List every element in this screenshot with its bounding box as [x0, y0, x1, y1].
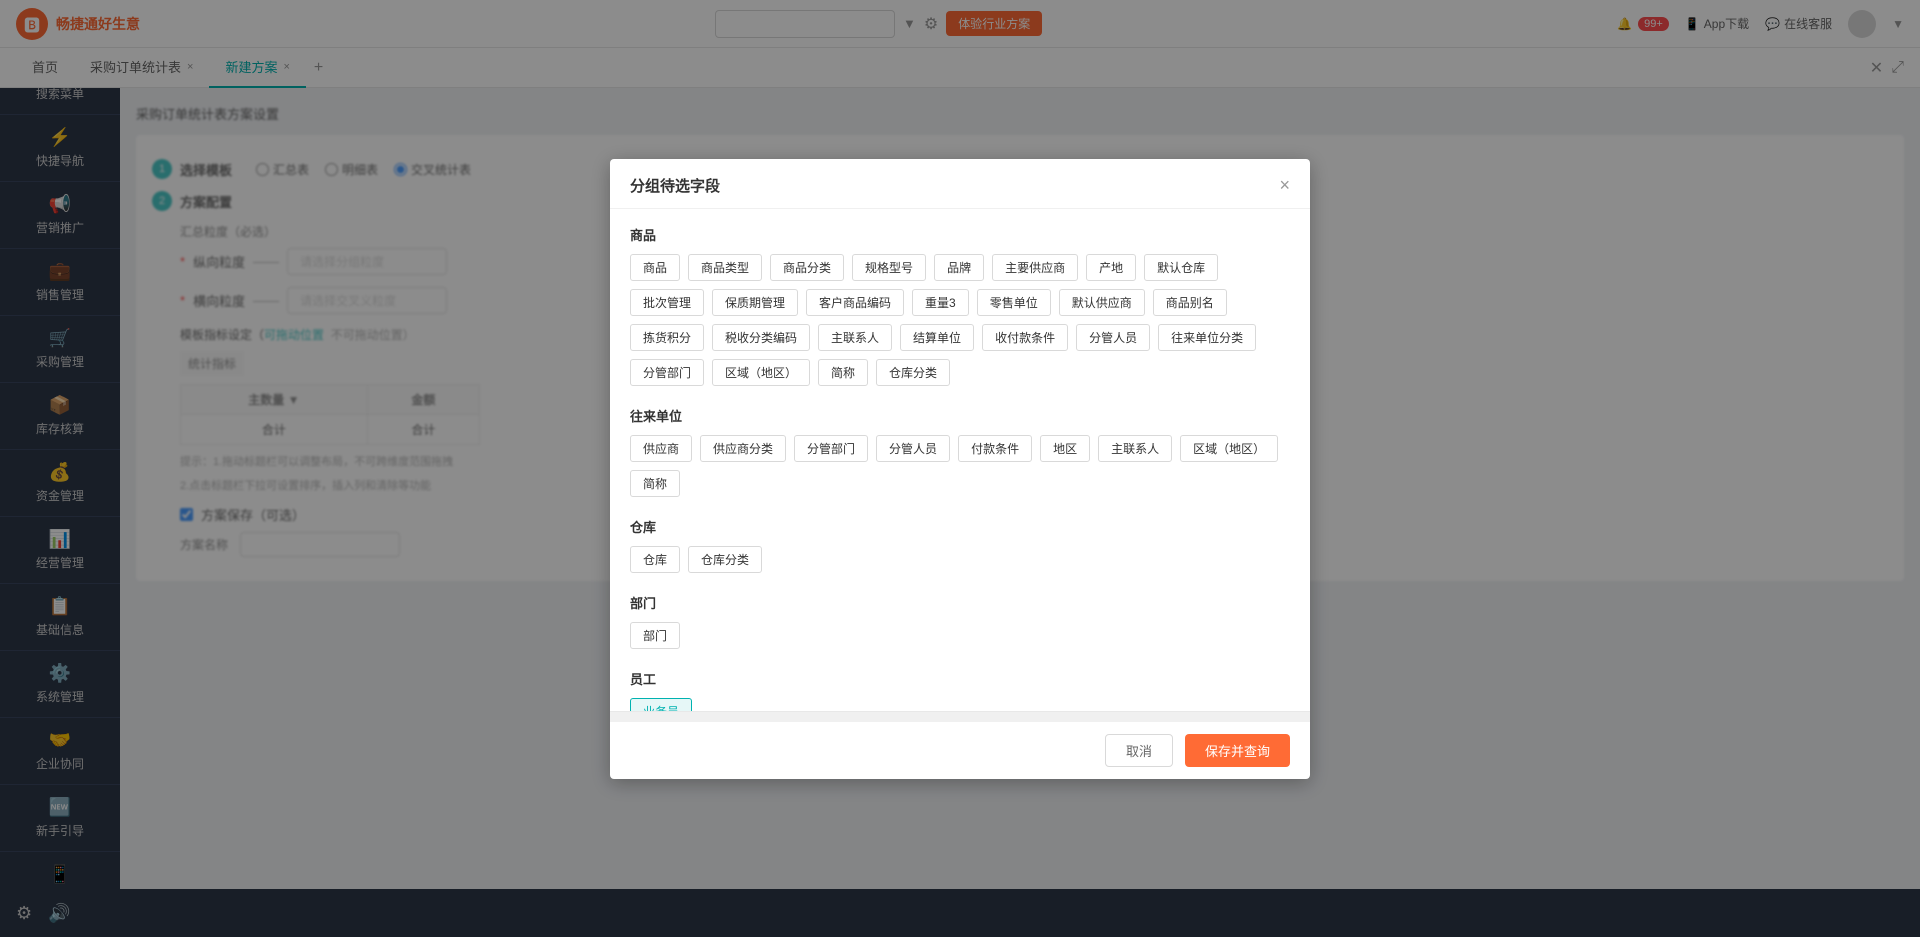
- field-tag-batch-mgmt[interactable]: 批次管理: [630, 289, 704, 316]
- field-tag-weight3[interactable]: 重量3: [912, 289, 969, 316]
- field-tags-partner: 供应商 供应商分类 分管部门 分管人员 付款条件 地区 主联系人 区域（地区） …: [630, 435, 1290, 497]
- field-tag-short-name-partner[interactable]: 简称: [630, 470, 680, 497]
- section-department-title: 部门: [630, 593, 1290, 612]
- modal-overlay: 分组待选字段 × 商品 商品 商品类型 商品分类 规格型号 品牌 主要供应商 产…: [0, 0, 1920, 937]
- field-tag-salesperson[interactable]: 业务员: [630, 698, 692, 712]
- field-tag-person-partner[interactable]: 分管人员: [876, 435, 950, 462]
- modal-confirm-btn[interactable]: 保存并查询: [1185, 734, 1290, 767]
- field-tags-product: 商品 商品类型 商品分类 规格型号 品牌 主要供应商 产地 默认仓库 批次管理 …: [630, 254, 1290, 386]
- field-tag-product-type[interactable]: 商品类型: [688, 254, 762, 281]
- field-tag-main-contact[interactable]: 主联系人: [818, 324, 892, 351]
- field-tag-retail-unit[interactable]: 零售单位: [977, 289, 1051, 316]
- field-tag-main-supplier[interactable]: 主要供应商: [992, 254, 1078, 281]
- section-department: 部门 部门: [630, 593, 1290, 649]
- field-tag-main-contact-partner[interactable]: 主联系人: [1098, 435, 1172, 462]
- field-tag-warehouse-category[interactable]: 仓库分类: [876, 359, 950, 386]
- modal-close-btn[interactable]: ×: [1279, 176, 1290, 194]
- field-tag-department[interactable]: 部门: [630, 622, 680, 649]
- field-tag-customer-code[interactable]: 客户商品编码: [806, 289, 904, 316]
- field-tag-region-product[interactable]: 区域（地区）: [712, 359, 810, 386]
- modal-footer: 取消 保存并查询: [610, 721, 1310, 779]
- field-tag-supplier-category[interactable]: 供应商分类: [700, 435, 786, 462]
- field-tag-spec-model[interactable]: 规格型号: [852, 254, 926, 281]
- section-employee: 员工 业务员: [630, 669, 1290, 712]
- field-tag-partner-category[interactable]: 往来单位分类: [1158, 324, 1256, 351]
- field-tag-area-partner[interactable]: 区域（地区）: [1180, 435, 1278, 462]
- modal-scroll-bar[interactable]: [610, 711, 1310, 720]
- modal-cancel-btn[interactable]: 取消: [1105, 734, 1173, 767]
- field-tag-short-name-product[interactable]: 简称: [818, 359, 868, 386]
- modal-header: 分组待选字段 ×: [610, 159, 1310, 209]
- field-tag-product-category[interactable]: 商品分类: [770, 254, 844, 281]
- field-tag-responsible-person[interactable]: 分管人员: [1076, 324, 1150, 351]
- section-partner-title: 往来单位: [630, 406, 1290, 425]
- modal-dialog: 分组待选字段 × 商品 商品 商品类型 商品分类 规格型号 品牌 主要供应商 产…: [610, 159, 1310, 779]
- field-tag-supplier[interactable]: 供应商: [630, 435, 692, 462]
- field-tag-expiry-mgmt[interactable]: 保质期管理: [712, 289, 798, 316]
- field-tag-default-warehouse[interactable]: 默认仓库: [1144, 254, 1218, 281]
- section-warehouse-title: 仓库: [630, 517, 1290, 536]
- field-tag-default-supplier[interactable]: 默认供应商: [1059, 289, 1145, 316]
- field-tag-warehouse-type[interactable]: 仓库分类: [688, 546, 762, 573]
- field-tag-dept-partner[interactable]: 分管部门: [794, 435, 868, 462]
- field-tag-settlement-unit[interactable]: 结算单位: [900, 324, 974, 351]
- field-tag-brand[interactable]: 品牌: [934, 254, 984, 281]
- field-tag-payment-terms[interactable]: 收付款条件: [982, 324, 1068, 351]
- field-tag-dept-product[interactable]: 分管部门: [630, 359, 704, 386]
- modal-body: 商品 商品 商品类型 商品分类 规格型号 品牌 主要供应商 产地 默认仓库 批次…: [610, 209, 1310, 712]
- field-tags-employee: 业务员: [630, 698, 1290, 712]
- section-product: 商品 商品 商品类型 商品分类 规格型号 品牌 主要供应商 产地 默认仓库 批次…: [630, 225, 1290, 386]
- section-warehouse: 仓库 仓库 仓库分类: [630, 517, 1290, 573]
- field-tag-product[interactable]: 商品: [630, 254, 680, 281]
- field-tag-tax-code[interactable]: 税收分类编码: [712, 324, 810, 351]
- field-tags-department: 部门: [630, 622, 1290, 649]
- field-tags-warehouse: 仓库 仓库分类: [630, 546, 1290, 573]
- field-tag-origin[interactable]: 产地: [1086, 254, 1136, 281]
- section-product-title: 商品: [630, 225, 1290, 244]
- modal-title: 分组待选字段: [630, 175, 720, 196]
- field-tag-warehouse[interactable]: 仓库: [630, 546, 680, 573]
- section-employee-title: 员工: [630, 669, 1290, 688]
- section-partner: 往来单位 供应商 供应商分类 分管部门 分管人员 付款条件 地区 主联系人 区域…: [630, 406, 1290, 497]
- field-tag-payment-condition[interactable]: 付款条件: [958, 435, 1032, 462]
- field-tag-pick-points[interactable]: 拣货积分: [630, 324, 704, 351]
- field-tag-product-alias[interactable]: 商品别名: [1153, 289, 1227, 316]
- field-tag-region-partner[interactable]: 地区: [1040, 435, 1090, 462]
